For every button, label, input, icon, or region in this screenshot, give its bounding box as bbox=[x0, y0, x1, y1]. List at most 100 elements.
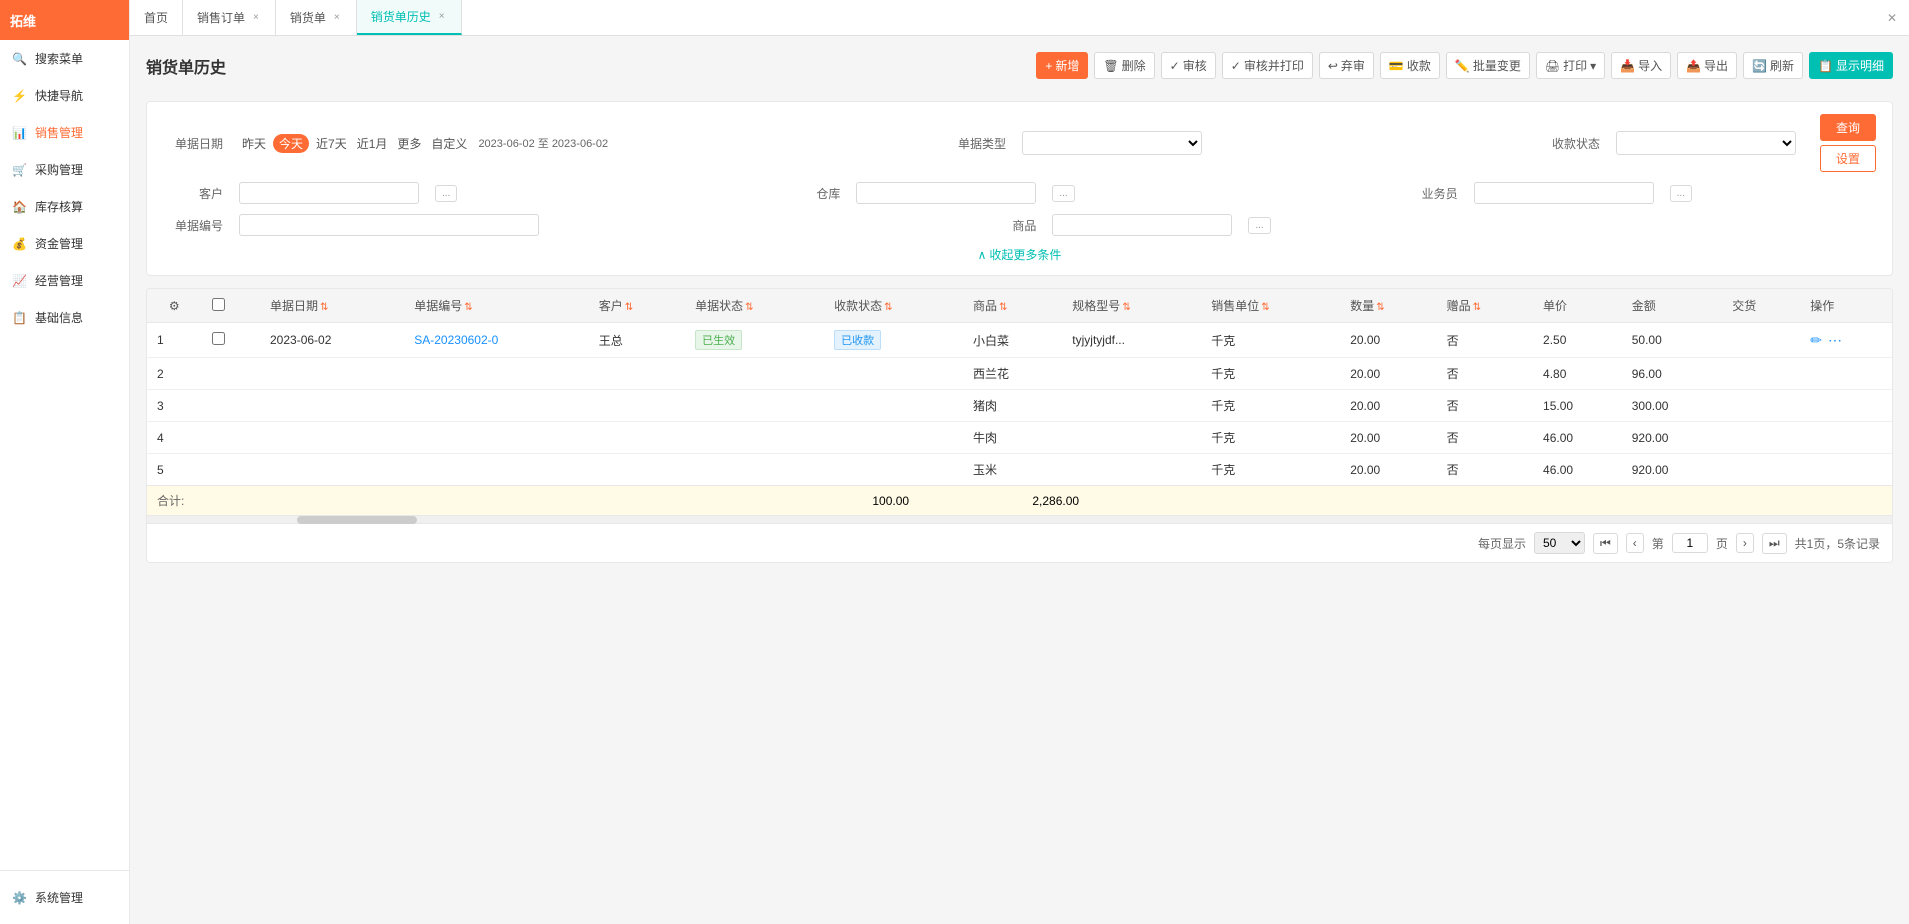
shortcut-7days[interactable]: 近7天 bbox=[313, 134, 350, 153]
warehouse-picker-button[interactable]: ... bbox=[1052, 185, 1074, 202]
batch-change-button[interactable]: ✏️ 批量变更 bbox=[1446, 52, 1530, 79]
last-page-button[interactable]: ⏭ bbox=[1762, 533, 1787, 554]
shortcut-yesterday[interactable]: 昨天 bbox=[239, 134, 269, 153]
cell-operation bbox=[1800, 390, 1892, 422]
goods-picker-button[interactable]: ... bbox=[1248, 217, 1270, 234]
refresh-button[interactable]: 🔄 刷新 bbox=[1743, 52, 1803, 79]
tab-sales-delivery-close[interactable]: × bbox=[332, 11, 342, 24]
import-button[interactable]: 📥 导入 bbox=[1611, 52, 1671, 79]
col-quantity[interactable]: 数量⇅ bbox=[1340, 289, 1436, 323]
col-checkbox[interactable] bbox=[202, 289, 260, 323]
cell-spec: tyjyjtyjdf... bbox=[1062, 323, 1201, 358]
collapse-filter-button[interactable]: ∧ 收起更多条件 bbox=[163, 246, 1876, 263]
horizontal-scrollbar[interactable] bbox=[147, 515, 1892, 523]
sidebar-item-operation[interactable]: 📈 经营管理 bbox=[0, 262, 129, 299]
query-button[interactable]: 查询 bbox=[1820, 114, 1876, 141]
cell-number[interactable] bbox=[404, 422, 588, 454]
tab-sales-delivery[interactable]: 销货单 × bbox=[276, 0, 357, 35]
window-close-button[interactable]: ✕ bbox=[1875, 0, 1909, 35]
tab-sales-history-close[interactable]: × bbox=[437, 10, 447, 23]
warehouse-input[interactable] bbox=[856, 182, 1036, 204]
doc-number-input[interactable] bbox=[239, 214, 539, 236]
per-page-select[interactable]: 50 100 200 bbox=[1534, 532, 1585, 554]
cell-checkbox[interactable] bbox=[202, 323, 260, 358]
cell-number[interactable] bbox=[404, 358, 588, 390]
sidebar-item-inventory[interactable]: 🏠 库存核算 bbox=[0, 188, 129, 225]
customer-input[interactable] bbox=[239, 182, 419, 204]
collect-button[interactable]: 💳 收款 bbox=[1380, 52, 1440, 79]
export-label: 导出 bbox=[1704, 57, 1728, 74]
col-payment-status[interactable]: 收款状态⇅ bbox=[824, 289, 963, 323]
review-button[interactable]: ✓ 审核 bbox=[1161, 52, 1216, 79]
more-action-icon[interactable]: ⋯ bbox=[1828, 332, 1842, 349]
tab-sales-order-close[interactable]: × bbox=[251, 11, 261, 24]
unit-sort-icon: ⇅ bbox=[1261, 302, 1269, 313]
cell-number[interactable] bbox=[404, 390, 588, 422]
shortcut-today[interactable]: 今天 bbox=[273, 134, 309, 153]
delete-button[interactable]: 🗑 删除 bbox=[1094, 52, 1154, 79]
tab-sales-delivery-label: 销货单 bbox=[290, 9, 326, 26]
cell-checkbox[interactable] bbox=[202, 422, 260, 454]
quick-nav-icon: ⚡ bbox=[12, 89, 27, 103]
review-print-button[interactable]: ✓ 审核并打印 bbox=[1222, 52, 1313, 79]
col-gear[interactable]: ⚙ bbox=[147, 289, 202, 323]
salesperson-input[interactable] bbox=[1474, 182, 1654, 204]
select-all-checkbox[interactable] bbox=[212, 298, 225, 311]
col-number[interactable]: 单据编号⇅ bbox=[404, 289, 588, 323]
first-page-button[interactable]: ⏮ bbox=[1593, 533, 1618, 554]
tab-sales-order[interactable]: 销售订单 × bbox=[183, 0, 276, 35]
settings-button[interactable]: 设置 bbox=[1820, 145, 1876, 172]
cell-number[interactable] bbox=[404, 454, 588, 486]
cell-checkbox[interactable] bbox=[202, 454, 260, 486]
shortcut-more[interactable]: 更多 bbox=[394, 134, 424, 153]
scrollbar-thumb[interactable] bbox=[297, 516, 417, 524]
show-detail-icon: 📋 bbox=[1818, 59, 1833, 73]
sidebar-item-basic-info[interactable]: 📋 基础信息 bbox=[0, 299, 129, 336]
sidebar-item-sales-mgmt[interactable]: 📊 销售管理 bbox=[0, 114, 129, 151]
sidebar-item-system-mgmt[interactable]: ⚙️ 系统管理 bbox=[0, 879, 129, 916]
goods-input[interactable] bbox=[1052, 214, 1232, 236]
cell-number[interactable]: SA-20230602-0 bbox=[404, 323, 588, 358]
sidebar-item-search-menu[interactable]: 🔍 搜索菜单 bbox=[0, 40, 129, 77]
print-button[interactable]: 🖨 打印 ▾ bbox=[1536, 52, 1605, 79]
doc-number-link[interactable]: SA-20230602-0 bbox=[414, 333, 498, 347]
doc-type-select[interactable] bbox=[1022, 131, 1202, 155]
table-header-row: ⚙ 单据日期⇅ 单据编号⇅ 客户⇅ 单据状态⇅ 收款状态⇅ 商品⇅ 规格型号⇅ … bbox=[147, 289, 1892, 323]
page-label: 第 bbox=[1652, 535, 1664, 552]
abandon-button[interactable]: ↩ 弃审 bbox=[1319, 52, 1374, 79]
shortcut-custom[interactable]: 自定义 bbox=[428, 134, 470, 153]
col-goods[interactable]: 商品⇅ bbox=[963, 289, 1062, 323]
main-content: 首页 销售订单 × 销货单 × 销货单历史 × ✕ 销货单历史 + 新增 bbox=[130, 0, 1909, 924]
col-customer[interactable]: 客户⇅ bbox=[589, 289, 685, 323]
col-spec[interactable]: 规格型号⇅ bbox=[1062, 289, 1201, 323]
sidebar: 拓维 🔍 搜索菜单 ⚡ 快捷导航 📊 销售管理 🛒 采购管理 🏠 库存核算 💰 … bbox=[0, 0, 130, 924]
refresh-icon: 🔄 bbox=[1752, 59, 1767, 73]
cell-checkbox[interactable] bbox=[202, 390, 260, 422]
next-page-button[interactable]: › bbox=[1736, 533, 1754, 553]
payment-status-select[interactable] bbox=[1616, 131, 1796, 155]
customer-picker-button[interactable]: ... bbox=[435, 185, 457, 202]
sidebar-item-finance[interactable]: 💰 资金管理 bbox=[0, 225, 129, 262]
sidebar-item-purchase-mgmt[interactable]: 🛒 采购管理 bbox=[0, 151, 129, 188]
review-print-icon: ✓ bbox=[1231, 59, 1241, 73]
page-number-input[interactable] bbox=[1672, 533, 1708, 553]
prev-page-button[interactable]: ‹ bbox=[1626, 533, 1644, 553]
col-doc-status[interactable]: 单据状态⇅ bbox=[685, 289, 824, 323]
cell-unit-price: 4.80 bbox=[1533, 358, 1622, 390]
edit-action-icon[interactable]: ✏ bbox=[1810, 332, 1822, 349]
shortcut-1month[interactable]: 近1月 bbox=[354, 134, 391, 153]
col-operation: 操作 bbox=[1800, 289, 1892, 323]
row-checkbox[interactable] bbox=[212, 332, 225, 345]
cell-checkbox[interactable] bbox=[202, 358, 260, 390]
col-date[interactable]: 单据日期⇅ bbox=[260, 289, 404, 323]
show-detail-button[interactable]: 📋 显示明细 bbox=[1809, 52, 1893, 79]
salesperson-picker-button[interactable]: ... bbox=[1670, 185, 1692, 202]
col-unit[interactable]: 销售单位⇅ bbox=[1201, 289, 1340, 323]
tab-sales-history[interactable]: 销货单历史 × bbox=[357, 0, 462, 35]
export-button[interactable]: 📤 导出 bbox=[1677, 52, 1737, 79]
col-gift[interactable]: 赠品⇅ bbox=[1437, 289, 1533, 323]
cell-unit-price: 2.50 bbox=[1533, 323, 1622, 358]
tab-home[interactable]: 首页 bbox=[130, 0, 183, 35]
new-button[interactable]: + 新增 bbox=[1036, 52, 1088, 79]
sidebar-item-quick-nav[interactable]: ⚡ 快捷导航 bbox=[0, 77, 129, 114]
